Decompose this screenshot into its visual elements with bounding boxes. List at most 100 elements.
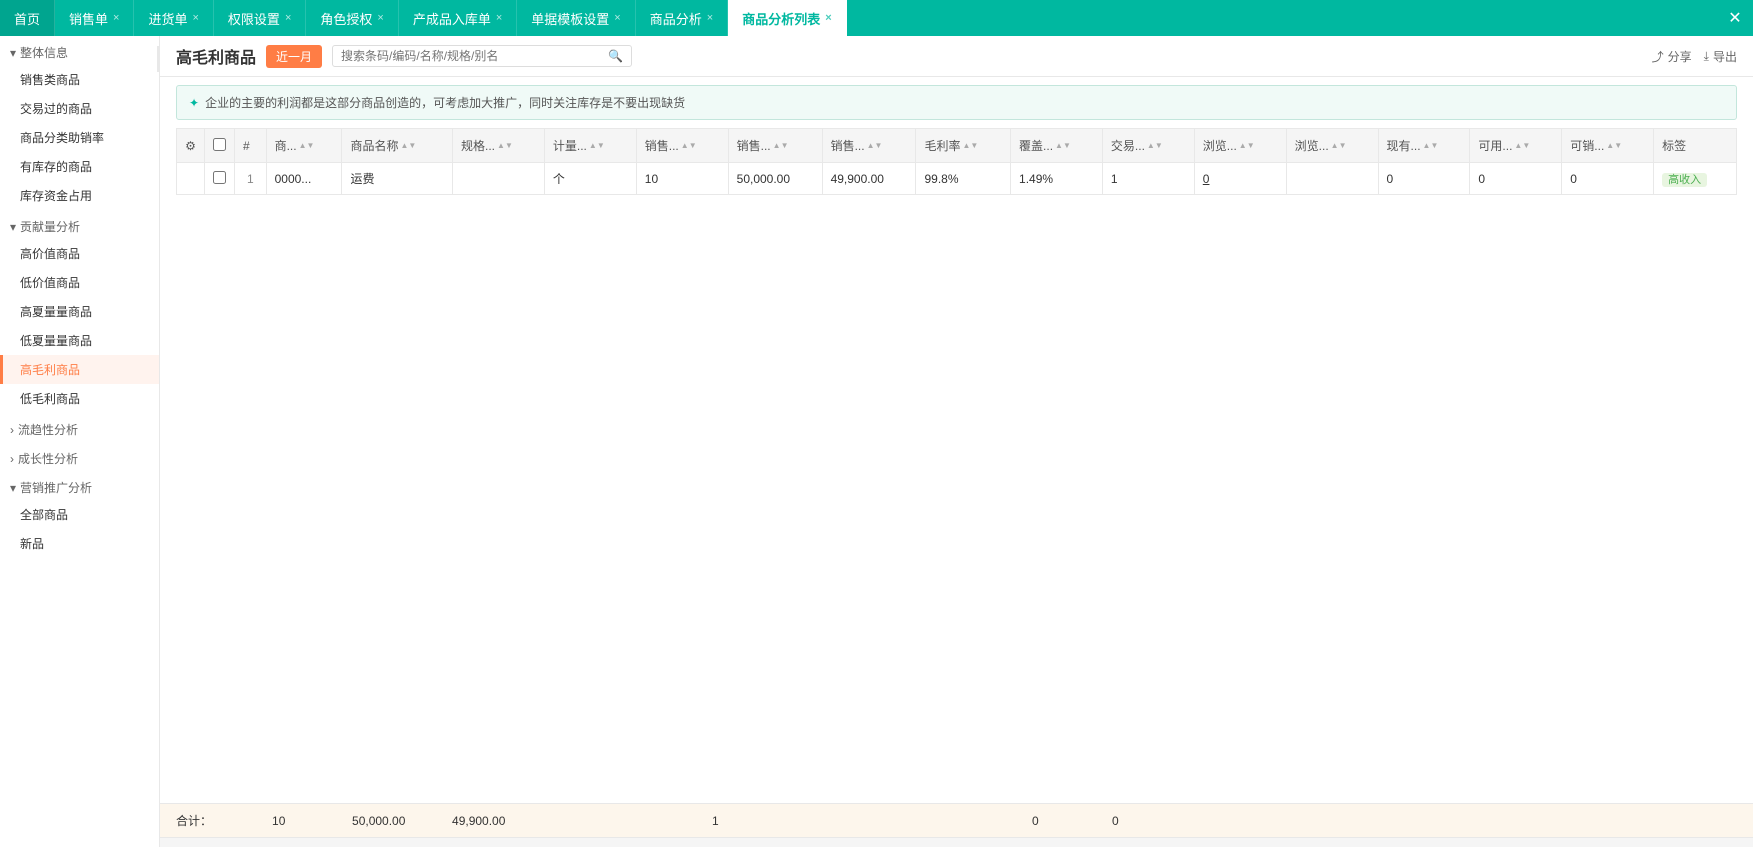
- footer-bar: 合计： 10 50,000.00 49,900.00 1 0 0: [160, 803, 1753, 837]
- sidebar-collapse-button[interactable]: «: [157, 46, 160, 72]
- sort-arrows-cover: ▲▼: [1055, 142, 1071, 150]
- tab-purchase[interactable]: 进货单 ×: [134, 0, 213, 36]
- tab-close-stock-in[interactable]: ×: [496, 12, 502, 24]
- col-browse1[interactable]: 浏览... ▲▼: [1194, 129, 1286, 163]
- row-tag: 高收入: [1654, 163, 1737, 195]
- sort-arrows-browse1: ▲▼: [1239, 142, 1255, 150]
- col-no: #: [235, 129, 267, 163]
- row-sales-cost: 49,900.00: [822, 163, 916, 195]
- row-trade: 1: [1102, 163, 1194, 195]
- tab-product-analysis-list[interactable]: 商品分析列表 ×: [728, 0, 846, 36]
- alert-icon: ✦: [189, 96, 199, 110]
- col-stock-sell[interactable]: 可销... ▲▼: [1562, 129, 1654, 163]
- col-unit[interactable]: 计量... ▲▼: [544, 129, 636, 163]
- sidebar-item-high-freq[interactable]: 高夏量量商品: [0, 297, 159, 326]
- tab-close-sales[interactable]: ×: [113, 12, 119, 24]
- tab-close-role[interactable]: ×: [377, 12, 383, 24]
- horizontal-scrollbar[interactable]: [160, 837, 1753, 847]
- window-close-button[interactable]: ✕: [1717, 0, 1753, 36]
- sidebar-group-growth[interactable]: › 成长性分析: [0, 442, 159, 471]
- col-gross-rate[interactable]: 毛利率 ▲▼: [916, 129, 1011, 163]
- select-all-checkbox[interactable]: [213, 138, 226, 151]
- row-browse1[interactable]: 0: [1194, 163, 1286, 195]
- tab-close-product-analysis-list[interactable]: ×: [825, 12, 831, 24]
- sidebar-item-high-value[interactable]: 高价值商品: [0, 239, 159, 268]
- row-settings: [177, 163, 205, 195]
- tab-permission[interactable]: 权限设置 ×: [214, 0, 306, 36]
- tab-close-permission[interactable]: ×: [285, 12, 291, 24]
- tab-template[interactable]: 单据模板设置 ×: [517, 0, 635, 36]
- tab-close-template[interactable]: ×: [614, 12, 620, 24]
- sidebar-item-category-rate[interactable]: 商品分类助销率: [0, 123, 159, 152]
- sidebar-item-low-freq[interactable]: 低夏量量商品: [0, 326, 159, 355]
- tab-home[interactable]: 首页: [0, 0, 55, 36]
- filter-recent-month-button[interactable]: 近一月: [266, 45, 322, 68]
- search-input[interactable]: [341, 49, 608, 63]
- content-header: 高毛利商品 近一月 🔍 ⤴ 分享 ⤓ 导出: [160, 36, 1753, 77]
- row-checkbox-cell[interactable]: [205, 163, 235, 195]
- sidebar-item-in-stock[interactable]: 有库存的商品: [0, 152, 159, 181]
- sidebar-group-contribution[interactable]: ▾ 贡献量分析: [0, 210, 159, 239]
- row-sales-qty: 10: [636, 163, 728, 195]
- col-cover[interactable]: 覆盖... ▲▼: [1011, 129, 1103, 163]
- sidebar-item-low-margin[interactable]: 低毛利商品: [0, 384, 159, 413]
- col-name[interactable]: 商品名称 ▲▼: [342, 129, 453, 163]
- row-checkbox[interactable]: [213, 171, 226, 184]
- footer-trade: 1: [712, 814, 792, 828]
- arrow-contribution-icon: ▾: [10, 220, 16, 234]
- row-browse2: [1286, 163, 1378, 195]
- share-button[interactable]: ⤴ 分享: [1652, 48, 1692, 65]
- content-area: 高毛利商品 近一月 🔍 ⤴ 分享 ⤓ 导出 ✦ 企业的主要的利润都是这部分商品创…: [160, 36, 1753, 847]
- col-browse2[interactable]: 浏览... ▲▼: [1286, 129, 1378, 163]
- search-box: 🔍: [332, 45, 632, 67]
- sidebar-item-stock-capital[interactable]: 库存资金占用: [0, 181, 159, 210]
- row-stock-sell: 0: [1562, 163, 1654, 195]
- col-sales-cost[interactable]: 销售... ▲▼: [822, 129, 916, 163]
- col-checkbox[interactable]: [205, 129, 235, 163]
- sidebar-item-traded-goods[interactable]: 交易过的商品: [0, 94, 159, 123]
- col-tag: 标签: [1654, 129, 1737, 163]
- col-spec[interactable]: 规格... ▲▼: [453, 129, 545, 163]
- page-title: 高毛利商品: [176, 44, 256, 68]
- sidebar-item-low-value[interactable]: 低价值商品: [0, 268, 159, 297]
- export-button[interactable]: ⤓ 导出: [1704, 48, 1737, 65]
- sort-arrows-browse2: ▲▼: [1331, 142, 1347, 150]
- sidebar-group-marketing[interactable]: ▾ 营销推广分析: [0, 471, 159, 500]
- data-table: ⚙ # 商... ▲▼ 商品名: [176, 128, 1737, 195]
- export-icon: ⤓: [1704, 49, 1709, 64]
- arrow-growth-icon: ›: [10, 452, 14, 466]
- footer-sales-amt: 50,000.00: [352, 814, 452, 828]
- col-settings[interactable]: ⚙: [177, 129, 205, 163]
- table-container: ⚙ # 商... ▲▼ 商品名: [160, 128, 1753, 803]
- sidebar-group-overall[interactable]: ▾ 整体信息: [0, 36, 159, 65]
- main-layout: « ▾ 整体信息 销售类商品 交易过的商品 商品分类助销率 有库存的商品 库存资…: [0, 36, 1753, 847]
- sort-arrows-code: ▲▼: [299, 142, 315, 150]
- share-icon: ⤴: [1652, 48, 1664, 65]
- sidebar-item-high-margin[interactable]: 高毛利商品: [0, 355, 159, 384]
- footer-stock-sell: 0: [1112, 814, 1192, 828]
- col-sales-qty[interactable]: 销售... ▲▼: [636, 129, 728, 163]
- sort-arrows-sell: ▲▼: [1606, 142, 1622, 150]
- row-sales-amt: 50,000.00: [728, 163, 822, 195]
- sort-arrows-amt: ▲▼: [773, 142, 789, 150]
- arrow-marketing-icon: ▾: [10, 481, 16, 495]
- sidebar-item-new-goods[interactable]: 新品: [0, 529, 159, 558]
- search-icon[interactable]: 🔍: [608, 49, 623, 63]
- tab-sales[interactable]: 销售单 ×: [55, 0, 134, 36]
- tab-close-product-analysis[interactable]: ×: [707, 12, 713, 24]
- footer-sales-cost: 49,900.00: [452, 814, 552, 828]
- col-code[interactable]: 商... ▲▼: [266, 129, 342, 163]
- table-header-row: ⚙ # 商... ▲▼ 商品名: [177, 129, 1737, 163]
- sidebar-item-sales-goods[interactable]: 销售类商品: [0, 65, 159, 94]
- col-sales-amt[interactable]: 销售... ▲▼: [728, 129, 822, 163]
- tab-close-purchase[interactable]: ×: [192, 12, 198, 24]
- tab-role[interactable]: 角色授权 ×: [306, 0, 398, 36]
- tab-product-analysis[interactable]: 商品分析 ×: [636, 0, 728, 36]
- sidebar-item-all-goods[interactable]: 全部商品: [0, 500, 159, 529]
- sidebar-group-trend[interactable]: › 流趋性分析: [0, 413, 159, 442]
- col-stock-cur[interactable]: 现有... ▲▼: [1378, 129, 1470, 163]
- tab-stock-in[interactable]: 产成品入库单 ×: [399, 0, 517, 36]
- col-trade[interactable]: 交易... ▲▼: [1102, 129, 1194, 163]
- col-stock-avail[interactable]: 可用... ▲▼: [1470, 129, 1562, 163]
- sidebar: « ▾ 整体信息 销售类商品 交易过的商品 商品分类助销率 有库存的商品 库存资…: [0, 36, 160, 847]
